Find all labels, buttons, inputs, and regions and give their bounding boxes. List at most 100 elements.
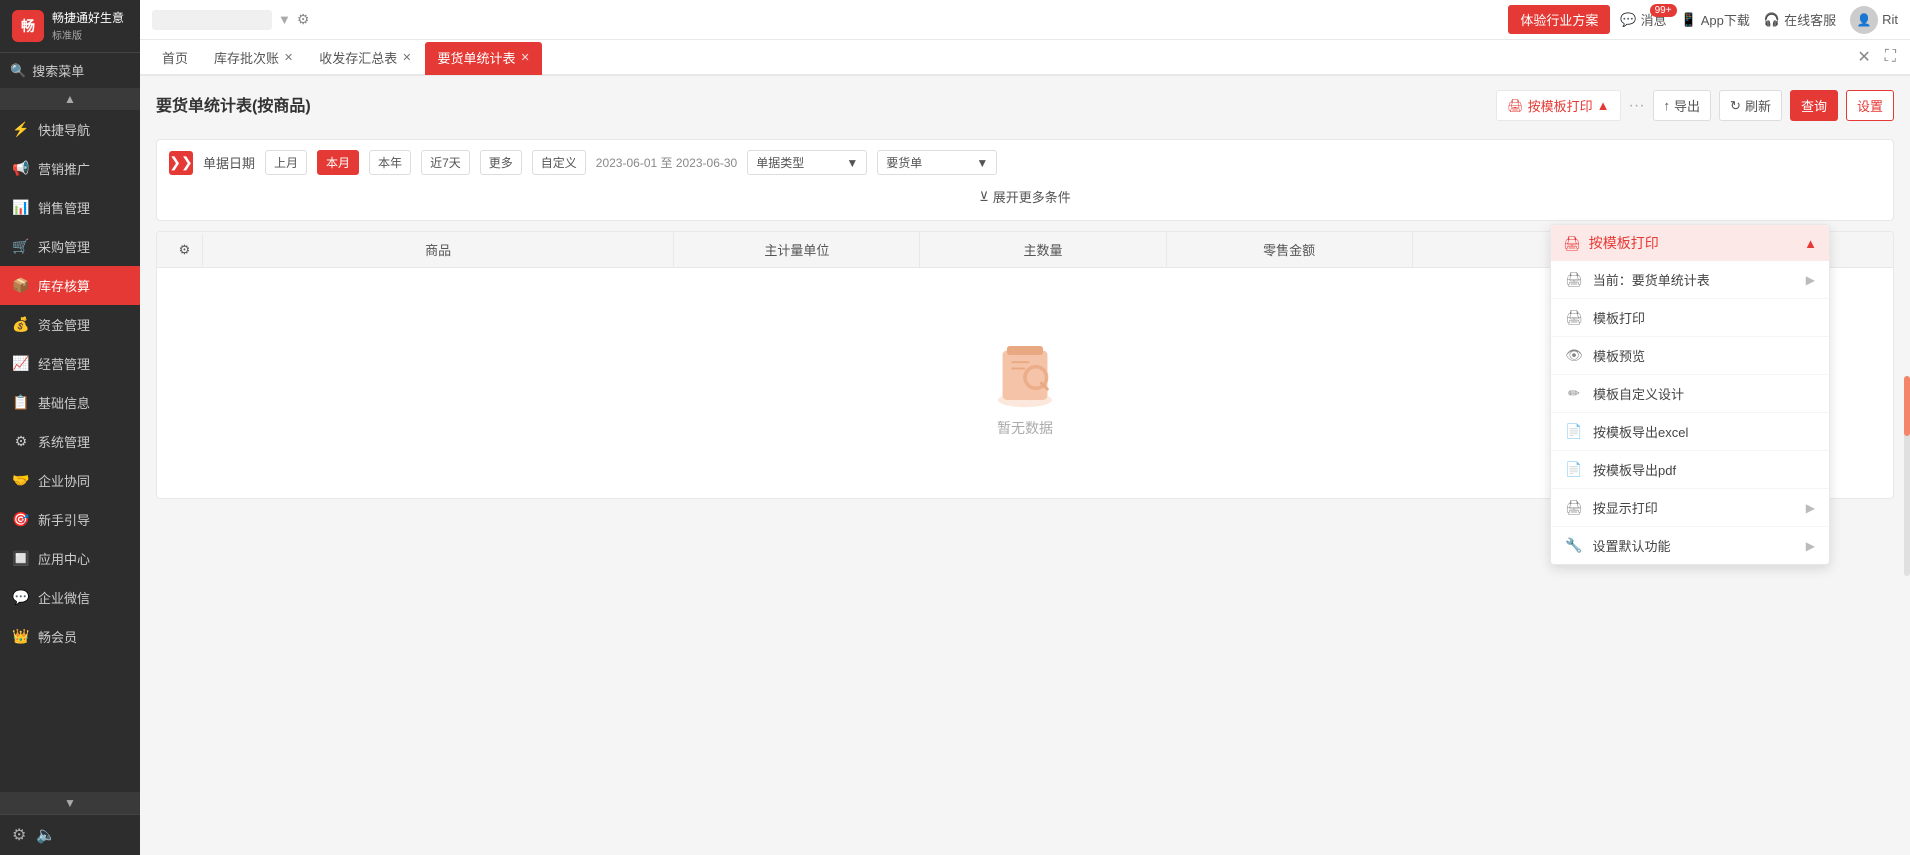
close-window-button[interactable]: ✕ xyxy=(1853,47,1874,67)
sidebar-scroll-up[interactable]: ▲ xyxy=(0,88,140,110)
template-preview-label: 模板预览 xyxy=(1593,346,1645,365)
tab-batch-account-close[interactable]: ✕ xyxy=(284,51,293,64)
breadcrumb-chevron-icon: ▼ xyxy=(278,12,291,27)
inventory-icon: 📦 xyxy=(12,277,30,294)
sidebar-item-label: 新手引导 xyxy=(38,510,90,529)
date-7days-button[interactable]: 近7天 xyxy=(421,150,470,175)
content-area: 要货单统计表(按商品) 🖨 按模板打印 ▲ ··· ↑ 导出 ↻ 刷新 查询 xyxy=(140,76,1910,855)
scrollbar-thumb[interactable] xyxy=(1904,376,1910,436)
search-icon: 🔍 xyxy=(10,63,26,79)
dropdown-item-template-print[interactable]: 🖨 模板打印 xyxy=(1551,299,1829,337)
dropdown-item-template-pdf[interactable]: 📄 按模板导出pdf xyxy=(1551,451,1829,489)
col-qty: 主数量 xyxy=(920,232,1166,267)
refresh-button[interactable]: ↻ 刷新 xyxy=(1719,90,1782,121)
settings-button[interactable]: 设置 xyxy=(1846,90,1894,121)
export-button[interactable]: ↑ 导出 xyxy=(1653,90,1712,121)
expand-filter-button[interactable]: ⊻ 展开更多条件 xyxy=(967,183,1083,210)
user-avatar[interactable]: 👤 Rit xyxy=(1850,6,1898,34)
sidebar-search[interactable]: 🔍 搜索菜单 xyxy=(0,53,140,88)
main-area: ▼ ⚙ 体验行业方案 💬 消息 99+ 📱 App下载 🎧 在线客服 👤 Rit xyxy=(140,0,1910,855)
settings-icon[interactable]: ⚙ xyxy=(12,825,26,845)
date-custom-button[interactable]: 自定义 xyxy=(532,150,586,175)
sidebar-item-quick-nav[interactable]: ⚡ 快捷导航 xyxy=(0,110,140,149)
sidebar-item-system[interactable]: ⚙ 系统管理 xyxy=(0,422,140,461)
print-dropdown-menu: 🖨 按模板打印 ▲ 🖨 当前：要货单统计表 ▶ 🖨 模板打印 👁 模板预览 xyxy=(1550,224,1830,565)
action-bar: 🖨 按模板打印 ▲ ··· ↑ 导出 ↻ 刷新 查询 设置 xyxy=(1496,90,1894,121)
sales-icon: 📊 xyxy=(12,199,30,216)
doc-type-select[interactable]: 单据类型 ▼ xyxy=(747,150,867,175)
messages-button[interactable]: 💬 消息 99+ xyxy=(1620,10,1666,29)
sidebar-item-collab[interactable]: 🤝 企业协同 xyxy=(0,461,140,500)
date-this-year-button[interactable]: 本年 xyxy=(369,150,411,175)
date-more-button[interactable]: 更多 xyxy=(480,150,522,175)
dropdown-set-default[interactable]: 🔧 设置默认功能 ▶ xyxy=(1551,527,1829,564)
date-filter-label: 单据日期 xyxy=(203,153,255,172)
date-last-month-button[interactable]: 上月 xyxy=(265,150,307,175)
tab-batch-account[interactable]: 库存批次账 ✕ xyxy=(202,42,305,75)
sidebar-item-member[interactable]: 👑 畅会员 xyxy=(0,617,140,656)
sidebar-item-label: 应用中心 xyxy=(38,549,90,568)
sidebar-item-marketing[interactable]: 📢 营销推广 xyxy=(0,149,140,188)
date-this-month-button[interactable]: 本月 xyxy=(317,150,359,175)
sidebar-item-label: 采购管理 xyxy=(38,237,90,256)
dropdown-close-chevron[interactable]: ▲ xyxy=(1804,236,1817,251)
empty-text: 暂无数据 xyxy=(997,418,1053,438)
apps-icon: 🔲 xyxy=(12,550,30,567)
template-custom-icon: ✏ xyxy=(1565,385,1583,402)
sidebar-scroll-down[interactable]: ▼ xyxy=(0,792,140,814)
industry-plan-button[interactable]: 体验行业方案 xyxy=(1508,5,1610,34)
dropdown-item-template-preview[interactable]: 👁 模板预览 xyxy=(1551,337,1829,375)
col-amount: 零售金额 xyxy=(1167,232,1413,267)
purchase-icon: 🛒 xyxy=(12,238,30,255)
dropdown-item-template-custom[interactable]: ✏ 模板自定义设计 xyxy=(1551,375,1829,413)
order-status-select[interactable]: 要货单 ▼ xyxy=(877,150,997,175)
dropdown-header[interactable]: 🖨 按模板打印 ▲ xyxy=(1551,225,1829,261)
audio-icon[interactable]: 🔈 xyxy=(36,825,56,845)
tab-receipt-summary[interactable]: 收发存汇总表 ✕ xyxy=(307,42,423,75)
sidebar-search-label: 搜索菜单 xyxy=(32,61,84,80)
current-template-label: 当前：要货单统计表 xyxy=(1593,270,1710,289)
sidebar-item-apps[interactable]: 🔲 应用中心 xyxy=(0,539,140,578)
sidebar-item-basic[interactable]: 📋 基础信息 xyxy=(0,383,140,422)
tab-batch-account-label: 库存批次账 xyxy=(214,48,279,67)
filter-row: ❯❯ 单据日期 上月 本月 本年 近7天 更多 自定义 2023-06-01 至… xyxy=(169,150,1881,175)
dropdown-current-item[interactable]: 🖨 当前：要货单统计表 ▶ xyxy=(1551,261,1829,299)
sidebar-item-sales[interactable]: 📊 销售管理 xyxy=(0,188,140,227)
dropdown-header-left: 🖨 按模板打印 xyxy=(1563,233,1659,253)
print-button[interactable]: 🖨 按模板打印 ▲ xyxy=(1496,90,1620,121)
app-download-label: App下载 xyxy=(1701,10,1750,29)
settings-gear-icon[interactable]: ⚙ xyxy=(297,11,310,28)
tab-home[interactable]: 首页 xyxy=(150,42,200,75)
query-button[interactable]: 查询 xyxy=(1790,90,1838,121)
tab-receipt-summary-close[interactable]: ✕ xyxy=(402,51,411,64)
sidebar-item-wechat[interactable]: 💬 企业微信 xyxy=(0,578,140,617)
tab-window-controls: ✕ ⛶ xyxy=(1853,47,1900,67)
guide-icon: 🎯 xyxy=(12,511,30,528)
dropdown-item-template-excel[interactable]: 📄 按模板导出excel xyxy=(1551,413,1829,451)
sidebar-item-finance[interactable]: 💰 资金管理 xyxy=(0,305,140,344)
empty-icon xyxy=(980,328,1070,418)
dropdown-print-icon: 🖨 xyxy=(1563,235,1581,252)
filter-toggle-button[interactable]: ❯❯ xyxy=(169,151,193,175)
finance-icon: 💰 xyxy=(12,316,30,333)
sidebar-nav: ⚡ 快捷导航 📢 营销推广 📊 销售管理 🛒 采购管理 📦 库存核算 💰 资金管… xyxy=(0,110,140,792)
maximize-window-button[interactable]: ⛶ xyxy=(1881,47,1900,67)
sidebar-item-operations[interactable]: 📈 经营管理 xyxy=(0,344,140,383)
template-preview-icon: 👁 xyxy=(1565,347,1583,364)
col-gear[interactable]: ⚙ xyxy=(167,234,203,266)
app-download-button[interactable]: 📱 App下载 xyxy=(1681,10,1750,29)
more-actions-icon[interactable]: ··· xyxy=(1629,97,1645,115)
template-excel-icon: 📄 xyxy=(1565,423,1583,440)
tab-order-stats[interactable]: 要货单统计表 ✕ xyxy=(425,42,541,75)
tab-order-stats-close[interactable]: ✕ xyxy=(521,51,530,64)
template-print-icon: 🖨 xyxy=(1565,309,1583,326)
dropdown-display-print[interactable]: 🖨 按显示打印 ▶ xyxy=(1551,489,1829,527)
logo-text: 畅捷通好生意 xyxy=(52,10,124,27)
operations-icon: 📈 xyxy=(12,355,30,372)
sidebar-item-purchase[interactable]: 🛒 采购管理 xyxy=(0,227,140,266)
sidebar-item-inventory[interactable]: 📦 库存核算 xyxy=(0,266,140,305)
online-service-button[interactable]: 🎧 在线客服 xyxy=(1764,10,1836,29)
sidebar-item-guide[interactable]: 🎯 新手引导 xyxy=(0,500,140,539)
breadcrumb-input[interactable] xyxy=(152,10,272,30)
download-icon: 📱 xyxy=(1681,12,1697,28)
